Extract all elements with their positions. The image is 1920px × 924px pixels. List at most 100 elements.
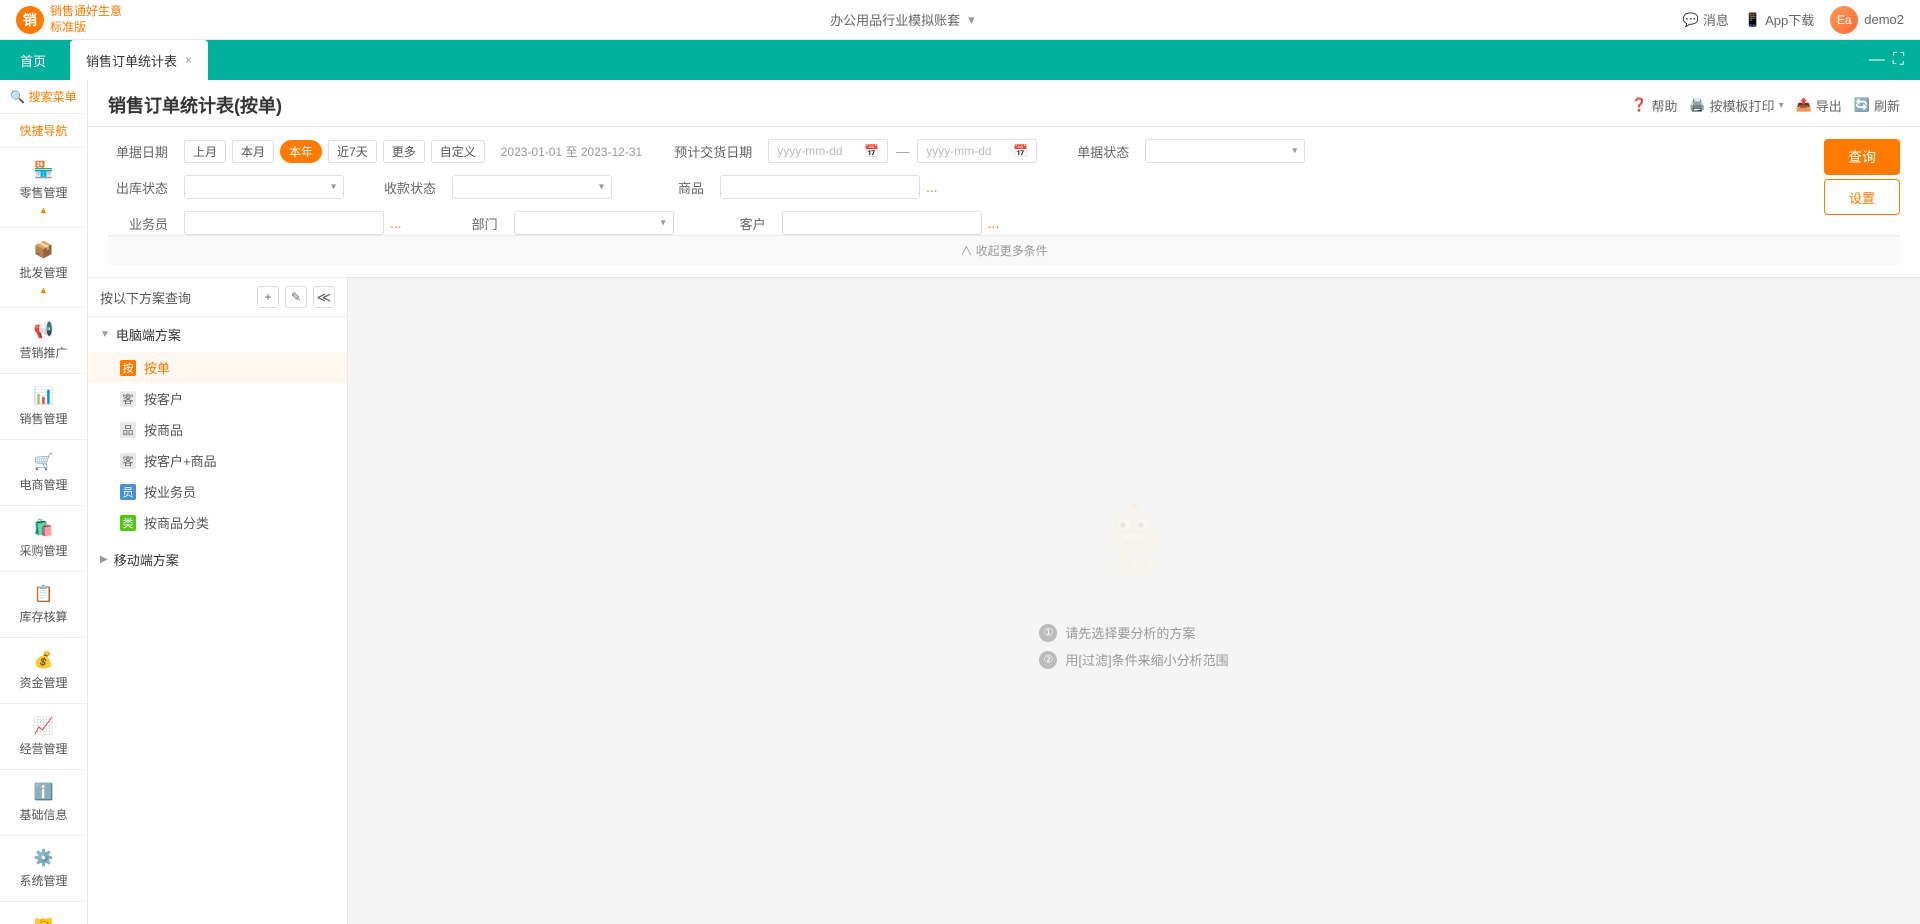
- sidebar-item-retail[interactable]: 🏪 零售管理 ▲: [0, 148, 87, 228]
- topbar-center: 办公用品行业模拟账套 ▾: [830, 10, 975, 29]
- sidebar-item-purchase[interactable]: 🛍️ 采购管理: [0, 506, 87, 572]
- customer-more-btn[interactable]: ...: [984, 215, 1004, 231]
- scheme-item-bygoods[interactable]: 品 按商品: [88, 414, 347, 445]
- sidebar-item-marketing[interactable]: 📢 营销推广: [0, 308, 87, 374]
- payment-status-wrapper: [452, 175, 612, 199]
- mobile-group-label: 移动端方案: [114, 550, 179, 569]
- date-btn-more[interactable]: 更多: [383, 140, 425, 163]
- status-label: 单据状态: [1069, 142, 1129, 161]
- scheme-item-bycustomer[interactable]: 客 按客户: [88, 383, 347, 414]
- tab-home[interactable]: 首页: [0, 40, 66, 80]
- avatar: Ea: [1830, 6, 1858, 34]
- filter-main: 单据日期 上月 本月 本年 近7天 更多 自定义 2023-01-01 至 20…: [108, 139, 1808, 235]
- sidebar-item-basic[interactable]: ℹ️ 基础信息: [0, 770, 87, 836]
- search-icon: 🔍: [10, 90, 25, 104]
- scheme-pc-group-header[interactable]: ▼ 电脑端方案: [88, 317, 347, 352]
- date-start-input[interactable]: yyyy-mm-dd 📅: [768, 139, 888, 163]
- main-layout: 🔍 搜索菜单 快捷导航 🏪 零售管理 ▲ 📦 批发管理 ▲ 📢 营销推广 📊 销…: [0, 80, 1920, 924]
- app-download-btn[interactable]: 📱 App下载: [1745, 10, 1814, 29]
- export-btn[interactable]: 📤 导出: [1796, 96, 1842, 115]
- export-icon: 📤: [1796, 97, 1812, 113]
- scheme-panel: 按以下方案查询 + ✎ ≪ ▼ 电脑端方案 按 按单: [88, 278, 348, 924]
- sidebar-item-sales[interactable]: 📊 销售管理: [0, 374, 87, 440]
- basic-icon: ℹ️: [34, 782, 54, 802]
- date-btn-thismonth[interactable]: 本月: [232, 140, 274, 163]
- customer-input[interactable]: [782, 211, 982, 235]
- logo-icon: 销: [16, 6, 44, 34]
- scheme-item-icon-byorder: 按: [120, 360, 136, 376]
- expected-date-input: yyyy-mm-dd 📅 — yyyy-mm-dd 📅: [768, 139, 1037, 163]
- status-select[interactable]: [1145, 139, 1305, 163]
- topbar: 销 销售通好生意 标准版 办公用品行业模拟账套 ▾ 💬 消息 📱 App下载 E…: [0, 0, 1920, 40]
- date-end-input[interactable]: yyyy-mm-dd 📅: [917, 139, 1037, 163]
- minimize-icon[interactable]: —: [1869, 51, 1885, 69]
- date-btn-lastmonth[interactable]: 上月: [184, 140, 226, 163]
- tip-num-1: ①: [1039, 624, 1057, 642]
- delivery-status-select[interactable]: [184, 175, 344, 199]
- tab-active[interactable]: 销售订单统计表 ×: [70, 40, 208, 80]
- scheme-item-icon-bycategory: 类: [120, 515, 136, 531]
- ecommerce-icon: 🛒: [34, 452, 54, 472]
- customer-label: 客户: [706, 214, 766, 233]
- sidebar-item-finance[interactable]: 💰 资金管理: [0, 638, 87, 704]
- scheme-mobile-group-header[interactable]: ▶ 移动端方案: [88, 542, 347, 577]
- query-btn[interactable]: 查询: [1824, 139, 1900, 175]
- company-dropdown-icon[interactable]: ▾: [968, 12, 975, 28]
- messages-btn[interactable]: 💬 消息: [1683, 10, 1729, 29]
- empty-tips: ① 请先选择要分析的方案 ② 用[过滤]条件来缩小分析范围: [1039, 623, 1228, 669]
- tab-close-btn[interactable]: ×: [185, 53, 192, 67]
- content: 销售订单统计表(按单) ❓ 帮助 🖨️ 按模板打印 ▾ 📤 导出 🔄 刷新: [88, 80, 1920, 924]
- help-btn[interactable]: ❓ 帮助: [1631, 96, 1677, 115]
- sidebar-item-ecommerce[interactable]: 🛒 电商管理: [0, 440, 87, 506]
- sidebar-search[interactable]: 🔍 搜索菜单: [0, 80, 87, 114]
- date-btn-7days[interactable]: 近7天: [328, 140, 377, 163]
- sidebar: 🔍 搜索菜单 快捷导航 🏪 零售管理 ▲ 📦 批发管理 ▲ 📢 营销推广 📊 销…: [0, 80, 88, 924]
- app-icon: 📱: [1745, 12, 1761, 28]
- goods-input-group: ...: [720, 175, 942, 199]
- sidebar-item-enterprise[interactable]: 🤝 企业协同: [0, 902, 87, 924]
- print-icon: 🖨️: [1689, 97, 1705, 113]
- scheme-collapse-btn[interactable]: ≪: [313, 286, 335, 308]
- management-icon: 📈: [34, 716, 54, 736]
- tip-num-2: ②: [1039, 651, 1057, 669]
- goods-more-btn[interactable]: ...: [922, 179, 942, 195]
- scheme-header-label: 按以下方案查询: [100, 288, 191, 307]
- refresh-btn[interactable]: 🔄 刷新: [1854, 96, 1900, 115]
- scheme-add-btn[interactable]: +: [257, 286, 279, 308]
- sidebar-item-system[interactable]: ⚙️ 系统管理: [0, 836, 87, 902]
- topbar-right: 💬 消息 📱 App下载 Ea demo2: [1683, 6, 1904, 34]
- dept-select[interactable]: [514, 211, 674, 235]
- filter-btn-group: 查询 设置: [1824, 139, 1900, 215]
- page-header: 销售订单统计表(按单) ❓ 帮助 🖨️ 按模板打印 ▾ 📤 导出 🔄 刷新: [88, 80, 1920, 127]
- scheme-item-bycategory[interactable]: 类 按商品分类: [88, 507, 347, 538]
- maximize-icon[interactable]: ⛶: [1893, 51, 1904, 69]
- reset-btn[interactable]: 设置: [1824, 179, 1900, 215]
- mobile-group-arrow-icon: ▶: [100, 554, 108, 565]
- filter-row-3: 业务员 ... 部门 客户: [108, 211, 1808, 235]
- sales-input[interactable]: [184, 211, 384, 235]
- goods-input[interactable]: [720, 175, 920, 199]
- scheme-item-bysales[interactable]: 员 按业务员: [88, 476, 347, 507]
- print-btn[interactable]: 🖨️ 按模板打印 ▾: [1689, 96, 1783, 115]
- collapse-bar[interactable]: ∧ 收起更多条件: [108, 235, 1900, 265]
- expected-date-label: 预计交货日期: [674, 142, 752, 161]
- scheme-header: 按以下方案查询 + ✎ ≪: [88, 278, 347, 317]
- empty-tip-1: ① 请先选择要分析的方案: [1039, 623, 1228, 642]
- customer-input-group: ...: [782, 211, 1004, 235]
- user-area[interactable]: Ea demo2: [1830, 6, 1904, 34]
- sidebar-item-inventory[interactable]: 📋 库存核算: [0, 572, 87, 638]
- sales-more-btn[interactable]: ...: [386, 215, 406, 231]
- scheme-header-actions: + ✎ ≪: [257, 286, 335, 308]
- sidebar-item-wholesale[interactable]: 📦 批发管理 ▲: [0, 228, 87, 308]
- date-btn-custom[interactable]: 自定义: [431, 140, 485, 163]
- date-btn-thisyear[interactable]: 本年: [280, 140, 322, 163]
- scheme-item-byorder[interactable]: 按 按单: [88, 352, 347, 383]
- scheme-edit-btn[interactable]: ✎: [285, 286, 307, 308]
- logo-area: 销 销售通好生意 标准版: [16, 4, 122, 35]
- sidebar-item-management[interactable]: 📈 经营管理: [0, 704, 87, 770]
- scheme-item-bycustomergoods[interactable]: 客 按客户+商品: [88, 445, 347, 476]
- payment-status-label: 收款状态: [376, 178, 436, 197]
- payment-status-select[interactable]: [452, 175, 612, 199]
- sidebar-quicknav[interactable]: 快捷导航: [0, 114, 87, 148]
- enterprise-icon: 🤝: [34, 914, 54, 924]
